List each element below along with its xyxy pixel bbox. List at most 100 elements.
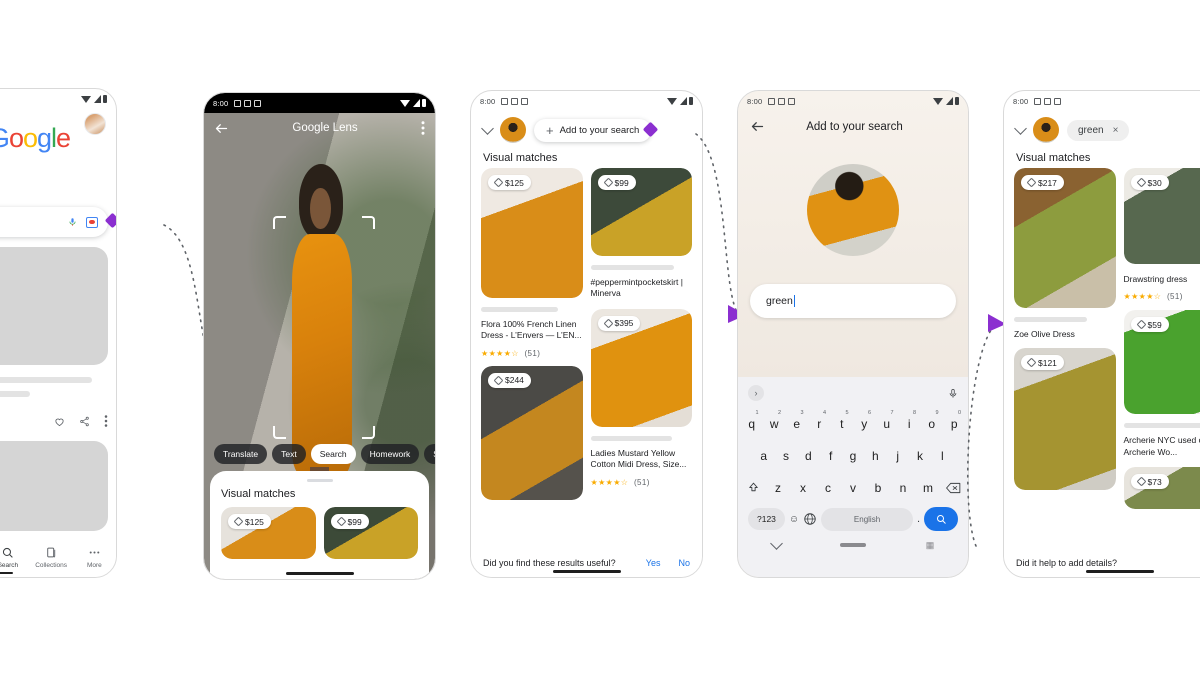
key-c[interactable]: c: [817, 474, 839, 501]
chip-shopping[interactable]: Shopping: [424, 444, 435, 464]
key-i[interactable]: 8i: [900, 410, 920, 437]
key-w[interactable]: 2w: [765, 410, 785, 437]
product-card[interactable]: $30: [1123, 168, 1200, 264]
key-m[interactable]: m: [917, 474, 939, 501]
corner-handle[interactable]: [361, 426, 375, 440]
key-o[interactable]: 9o: [922, 410, 942, 437]
back-arrow-icon[interactable]: [214, 121, 229, 136]
switch-keyboard-icon[interactable]: ▦: [926, 540, 935, 551]
product-card[interactable]: $125: [221, 507, 316, 559]
emoji-icon[interactable]: ☺: [789, 514, 799, 525]
corner-handle[interactable]: [361, 215, 375, 229]
key-t[interactable]: 5t: [832, 410, 852, 437]
corner-handle[interactable]: [273, 215, 287, 229]
search-enter-key[interactable]: [924, 507, 958, 531]
source-image-thumbnail[interactable]: [1033, 117, 1059, 143]
space-key[interactable]: English: [821, 507, 913, 531]
hide-keyboard-icon[interactable]: [769, 536, 783, 550]
period-key[interactable]: .: [917, 513, 920, 525]
source-image-preview[interactable]: [807, 164, 899, 256]
key-v[interactable]: v: [842, 474, 864, 501]
key-n[interactable]: n: [892, 474, 914, 501]
search-bar[interactable]: ...ch...: [0, 207, 108, 237]
feedback-yes-button[interactable]: Yes: [646, 558, 661, 568]
results-column-left: $125 Flora 100% French Linen Dress - L’E…: [481, 168, 583, 500]
product-name[interactable]: Flora 100% French Linen Dress - L’Envers…: [481, 319, 583, 342]
product-card[interactable]: $125: [481, 168, 583, 298]
product-name[interactable]: Archerie NYC used owned Archerie Wo...: [1124, 435, 1200, 458]
key-q[interactable]: 1q: [742, 410, 762, 437]
lens-selection-box[interactable]: [273, 215, 375, 440]
key-a[interactable]: a: [754, 442, 773, 469]
status-time: 8:00: [213, 98, 229, 108]
key-label: y: [861, 416, 868, 431]
sidebar-item-more[interactable]: More: [73, 546, 116, 569]
sidebar-item-collections[interactable]: Collections: [30, 546, 73, 569]
key-label: e: [793, 416, 801, 431]
price-tag: $125: [228, 514, 271, 529]
product-card[interactable]: $121: [1014, 348, 1116, 491]
heart-icon[interactable]: [54, 416, 65, 427]
product-name[interactable]: Drawstring dress: [1124, 274, 1200, 285]
key-f[interactable]: f: [821, 442, 840, 469]
backspace-key[interactable]: [942, 474, 964, 501]
key-y[interactable]: 6y: [855, 410, 875, 437]
overflow-icon[interactable]: [421, 121, 425, 135]
chevron-down-icon[interactable]: [1014, 121, 1027, 135]
key-p[interactable]: 0p: [945, 410, 965, 437]
corner-handle[interactable]: [273, 426, 287, 440]
source-image-thumbnail[interactable]: [500, 117, 526, 143]
product-card[interactable]: $73: [1123, 467, 1200, 510]
key-r[interactable]: 4r: [810, 410, 830, 437]
close-icon[interactable]: ×: [1113, 125, 1119, 136]
key-z[interactable]: z: [767, 474, 789, 501]
search-term-chip[interactable]: green ×: [1067, 119, 1130, 141]
key-g[interactable]: g: [843, 442, 862, 469]
key-l[interactable]: l: [933, 442, 952, 469]
sheet-grabber[interactable]: [306, 479, 333, 482]
avatar[interactable]: [84, 113, 106, 135]
key-j[interactable]: j: [888, 442, 907, 469]
sidebar-item-search[interactable]: Search: [0, 546, 30, 569]
product-card[interactable]: $244: [481, 365, 583, 500]
add-to-search-button[interactable]: + Add to your search: [534, 118, 652, 142]
key-s[interactable]: s: [776, 442, 795, 469]
mic-icon[interactable]: [948, 387, 958, 400]
symbols-key[interactable]: ?123: [748, 508, 785, 530]
app-bar: Add to your search: [738, 111, 968, 142]
mic-icon[interactable]: [68, 216, 77, 228]
chip-text[interactable]: Text: [272, 444, 306, 464]
product-card[interactable]: $59: [1123, 310, 1200, 415]
chevron-down-icon[interactable]: [481, 121, 494, 135]
product-card[interactable]: $217: [1014, 168, 1116, 308]
card-actions: [54, 415, 108, 427]
key-d[interactable]: d: [799, 442, 818, 469]
key-k[interactable]: k: [910, 442, 929, 469]
chip-search[interactable]: Search: [310, 444, 356, 464]
chip-homework[interactable]: Homework: [360, 444, 420, 464]
product-name[interactable]: #peppermintpocketskirt | Minerva: [591, 277, 693, 300]
key-x[interactable]: x: [792, 474, 814, 501]
share-icon[interactable]: [79, 416, 90, 427]
product-card[interactable]: $395: [590, 308, 692, 427]
feedback-no-button[interactable]: No: [678, 558, 690, 568]
product-card[interactable]: $99: [323, 507, 418, 559]
search-input[interactable]: green: [750, 284, 956, 318]
lens-camera-icon[interactable]: [86, 216, 98, 228]
key-h[interactable]: h: [866, 442, 885, 469]
keyboard-bottom-row: ?123 ☺ English .: [742, 501, 964, 531]
shift-key[interactable]: [742, 474, 764, 501]
overflow-icon[interactable]: [104, 415, 108, 427]
language-globe-icon[interactable]: [803, 512, 817, 526]
product-name[interactable]: Ladies Mustard Yellow Cotton Midi Dress,…: [591, 448, 693, 471]
price-tag: $125: [488, 175, 531, 190]
key-u[interactable]: 7u: [877, 410, 897, 437]
product-name[interactable]: Zoe Olive Dress: [1014, 329, 1116, 340]
key-b[interactable]: b: [867, 474, 889, 501]
chip-translate[interactable]: Translate: [214, 444, 268, 464]
key-e[interactable]: 3e: [787, 410, 807, 437]
text-placeholder: [0, 377, 92, 383]
product-card[interactable]: $99: [590, 168, 692, 256]
expand-suggestions-icon[interactable]: ›: [748, 385, 764, 401]
search-input[interactable]: ...ch...: [0, 217, 68, 227]
